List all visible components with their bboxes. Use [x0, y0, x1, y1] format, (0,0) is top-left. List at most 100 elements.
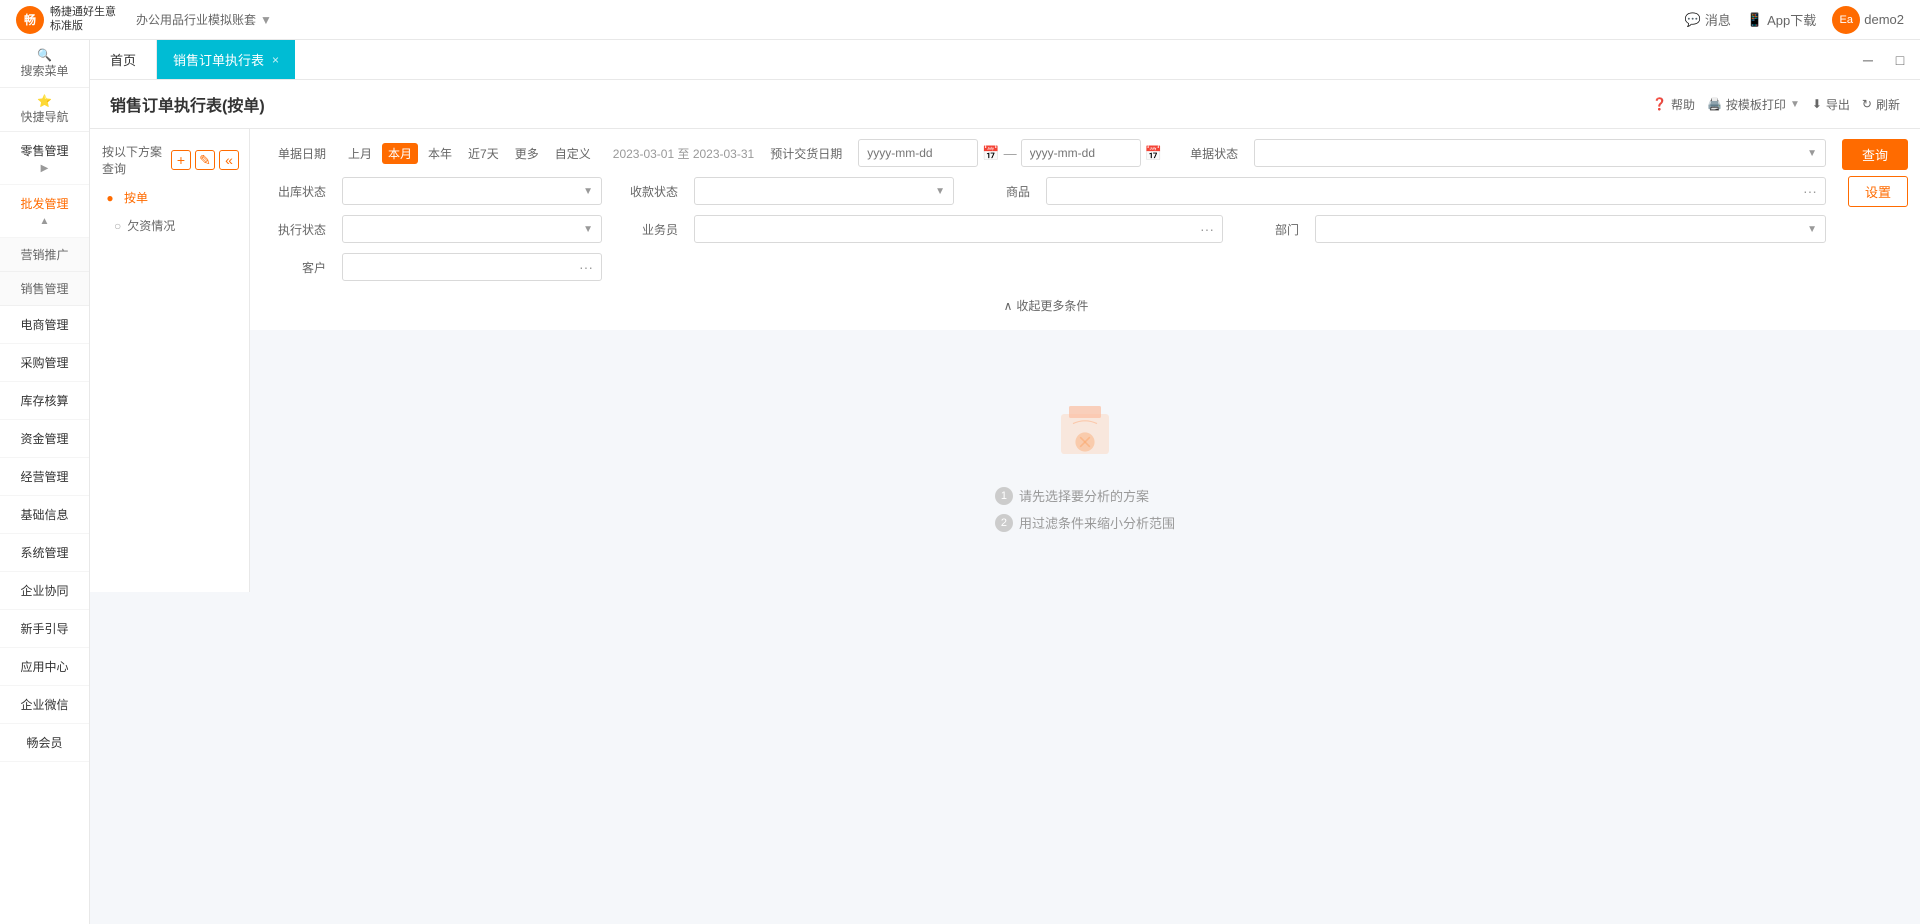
product-dots[interactable]: ···: [1803, 183, 1817, 199]
sidebar-item-retail[interactable]: 零售管理 ▶: [0, 132, 89, 185]
user-name: demo2: [1864, 12, 1904, 27]
print-dropdown-icon[interactable]: ▼: [1790, 99, 1800, 110]
query-button[interactable]: 查询: [1842, 139, 1908, 170]
empty-state: 1 请先选择要分析的方案 2 用过滤条件来缩小分析范围: [250, 330, 1920, 592]
shipment-status-select-wrapper: ▼: [342, 177, 602, 205]
sidebar-sub-marketing[interactable]: 营销推广: [0, 238, 89, 272]
date-btn-more[interactable]: 更多: [509, 143, 545, 164]
sidebar-retail-label: 零售管理: [20, 142, 68, 159]
sidebar-sub-marketing-label: 营销推广: [20, 248, 68, 262]
date-buttons-group: 上月 本月 本年 近7天 更多 自定义: [342, 143, 597, 164]
sidebar-item-wechat[interactable]: 企业微信: [0, 686, 89, 724]
sidebar-item-purchase[interactable]: 采购管理: [0, 344, 89, 382]
product-input-wrapper[interactable]: ···: [1046, 177, 1826, 205]
tab-maximize-button[interactable]: □: [1888, 48, 1912, 72]
breadcrumb: 办公用品行业模拟账套 ▼: [136, 11, 272, 28]
date-btn-this-year[interactable]: 本年: [422, 143, 458, 164]
collapse-bar[interactable]: ∧ 收起更多条件: [266, 291, 1826, 320]
expected-delivery-end[interactable]: [1021, 139, 1141, 167]
sidebar-quick-nav[interactable]: ⭐ 快捷导航: [0, 88, 89, 132]
sidebar-item-appcenter[interactable]: 应用中心: [0, 648, 89, 686]
page-header: 销售订单执行表(按单) ❓ 帮助 🖨️ 按模板打印 ▼ ⬇ 导出: [90, 80, 1920, 129]
sidebar-item-enterprise[interactable]: 企业协同: [0, 572, 89, 610]
logo-abbr: 畅: [24, 11, 36, 28]
sidebar-purchase-label: 采购管理: [20, 354, 68, 371]
plan-item-by-order[interactable]: ● 按单: [90, 183, 249, 212]
department-select[interactable]: ▼: [1315, 215, 1826, 243]
date-btn-last-month[interactable]: 上月: [342, 143, 378, 164]
tip-num-1: 1: [995, 487, 1013, 505]
add-plan-button[interactable]: +: [171, 150, 191, 170]
help-button[interactable]: ❓ 帮助: [1652, 96, 1695, 113]
customer-dots[interactable]: ···: [579, 259, 593, 275]
plan-subitem-arrears[interactable]: ○ 欠资情况: [90, 212, 249, 239]
print-icon: 🖨️: [1707, 97, 1722, 111]
sidebar-item-wholesale[interactable]: 批发管理 ▲: [0, 185, 89, 238]
collection-status-select[interactable]: ▼: [694, 177, 954, 205]
salesperson-input-wrapper[interactable]: ···: [694, 215, 1223, 243]
sidebar-item-member[interactable]: 畅会员: [0, 724, 89, 762]
right-content: 单据日期 上月 本月 本年 近7天 更多 自定义: [250, 129, 1920, 592]
app-download-label: App下载: [1767, 10, 1816, 29]
app-download-button[interactable]: 📱 App下载: [1747, 10, 1816, 29]
collapse-panel-button[interactable]: «: [219, 150, 239, 170]
sidebar-search[interactable]: 🔍 搜索菜单: [0, 40, 89, 88]
sidebar-member-label: 畅会员: [26, 734, 62, 751]
sidebar-item-inventory[interactable]: 库存核算: [0, 382, 89, 420]
date-btn-custom[interactable]: 自定义: [549, 143, 597, 164]
sidebar-system-label: 系统管理: [20, 544, 68, 561]
settings-button[interactable]: 设置: [1848, 176, 1908, 207]
shipment-chevron: ▼: [583, 186, 593, 197]
salesperson-dots[interactable]: ···: [1200, 221, 1214, 237]
status-select[interactable]: ▼: [1254, 139, 1826, 167]
collection-status-select-wrapper: ▼: [694, 177, 954, 205]
user-profile[interactable]: Ea demo2: [1832, 6, 1904, 34]
print-button[interactable]: 🖨️ 按模板打印 ▼: [1707, 96, 1800, 113]
sidebar-item-operations[interactable]: 经营管理: [0, 458, 89, 496]
customer-input-wrapper[interactable]: ···: [342, 253, 602, 281]
expected-delivery-start[interactable]: [858, 139, 978, 167]
date-range-display: 2023-03-01 至 2023-03-31: [613, 145, 754, 162]
sidebar-item-ecommerce[interactable]: 电商管理: [0, 306, 89, 344]
date-separator: —: [1004, 146, 1017, 161]
page-content: 销售订单执行表(按单) ❓ 帮助 🖨️ 按模板打印 ▼ ⬇ 导出: [90, 80, 1920, 924]
tab-active-label: 销售订单执行表: [173, 50, 264, 69]
sidebar-item-system[interactable]: 系统管理: [0, 534, 89, 572]
sidebar-item-newbie[interactable]: 新手引导: [0, 610, 89, 648]
message-label: 消息: [1705, 10, 1731, 29]
empty-tips: 1 请先选择要分析的方案 2 用过滤条件来缩小分析范围: [995, 486, 1175, 532]
execution-status-select[interactable]: ▼: [342, 215, 602, 243]
breadcrumb-current: 办公用品行业模拟账套: [136, 11, 256, 28]
sidebar-sub-sales[interactable]: 销售管理: [0, 272, 89, 306]
tip-num-2: 2: [995, 514, 1013, 532]
plan-active-icon: ●: [102, 190, 118, 206]
date-btn-this-month[interactable]: 本月: [382, 143, 418, 164]
sidebar-sub-sales-label: 销售管理: [20, 282, 68, 296]
collapse-label: 收起更多条件: [1016, 297, 1088, 314]
export-icon: ⬇: [1812, 97, 1822, 111]
sidebar-ecommerce-label: 电商管理: [20, 316, 68, 333]
avatar: Ea: [1832, 6, 1860, 34]
tab-bar-right: ─ □: [1848, 48, 1920, 72]
message-button[interactable]: 💬 消息: [1685, 10, 1731, 29]
tab-close-button[interactable]: ×: [272, 53, 279, 67]
edit-plan-button[interactable]: ✎: [195, 150, 215, 170]
sidebar-newbie-label: 新手引导: [20, 620, 68, 637]
tab-active-reports[interactable]: 销售订单执行表 ×: [157, 40, 295, 79]
shipment-status-select[interactable]: ▼: [342, 177, 602, 205]
calendar-start-icon[interactable]: 📅: [982, 145, 999, 162]
filter-action-buttons: 查询 设置: [1842, 129, 1920, 217]
date-btn-last-7days[interactable]: 近7天: [462, 143, 505, 164]
calendar-end-icon[interactable]: 📅: [1145, 145, 1162, 162]
breadcrumb-dropdown-icon[interactable]: ▼: [260, 13, 272, 27]
tab-minimize-button[interactable]: ─: [1856, 48, 1880, 72]
left-panel-icons: + ✎ «: [171, 150, 239, 170]
sidebar-item-finance[interactable]: 资金管理: [0, 420, 89, 458]
tip-text-1: 请先选择要分析的方案: [1019, 486, 1149, 505]
header-left: 畅 畅捷通好生意 标准版 办公用品行业模拟账套 ▼: [16, 6, 272, 34]
refresh-button[interactable]: ↻ 刷新: [1862, 96, 1900, 113]
tab-home[interactable]: 首页: [90, 40, 157, 79]
sidebar-item-basic-info[interactable]: 基础信息: [0, 496, 89, 534]
salesperson-label: 业务员: [618, 221, 678, 238]
export-button[interactable]: ⬇ 导出: [1812, 96, 1850, 113]
